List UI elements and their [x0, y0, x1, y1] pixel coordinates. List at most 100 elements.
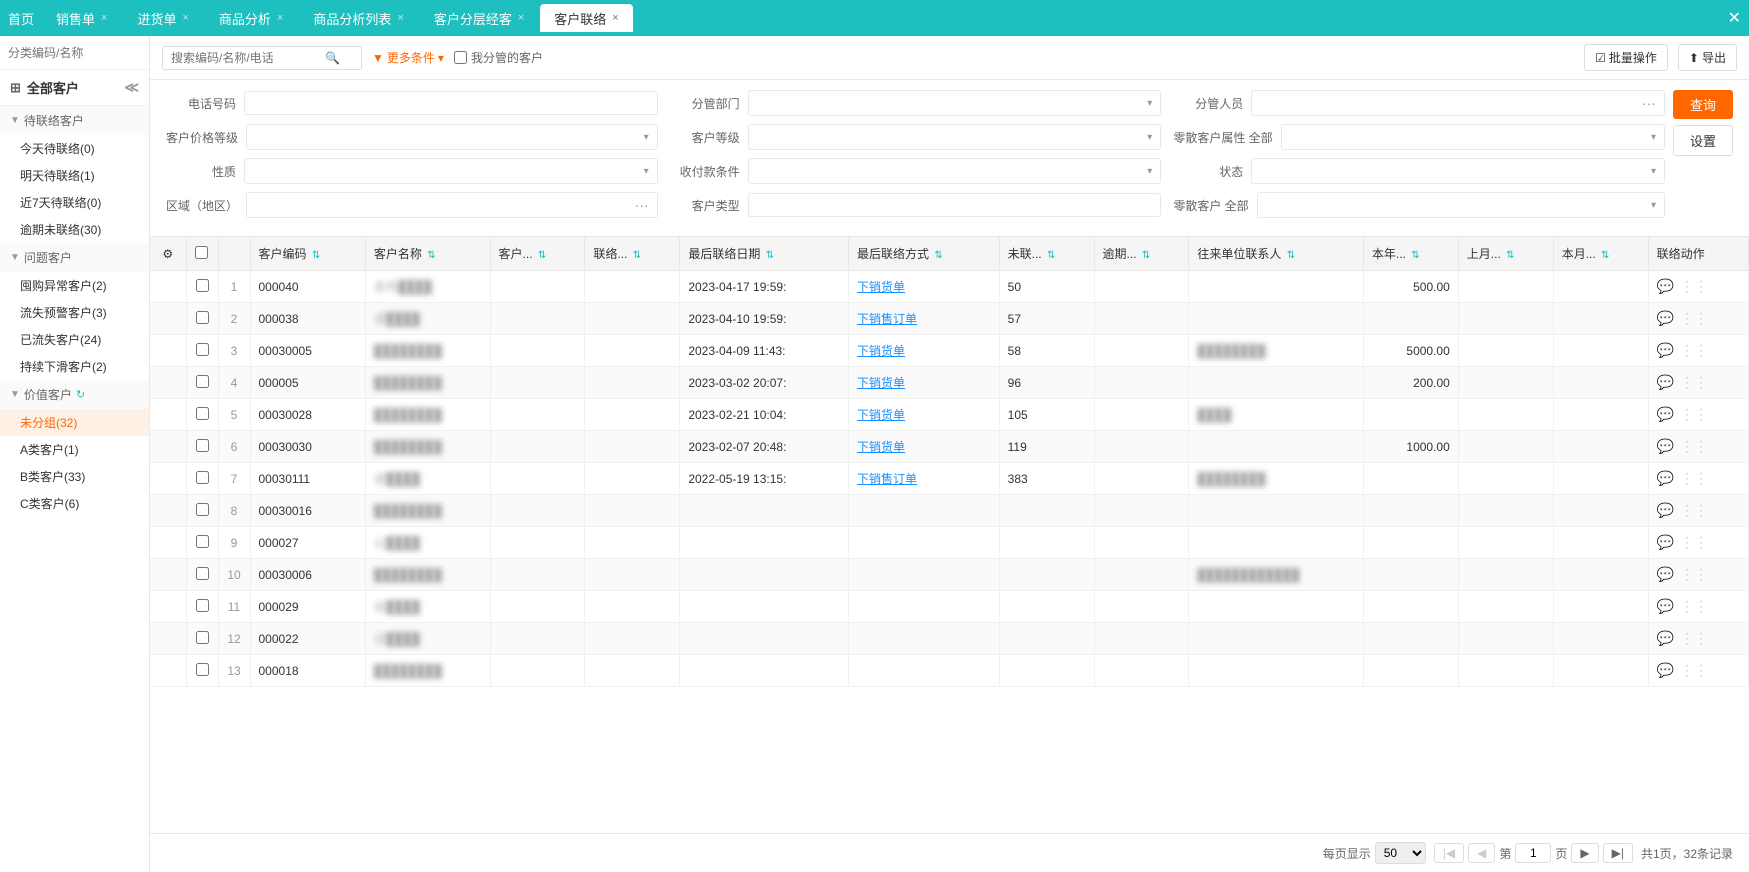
- col-last-date[interactable]: 最后联络日期 ⇅: [680, 237, 849, 271]
- col-last-month[interactable]: 上月... ⇅: [1458, 237, 1553, 271]
- sidebar-item-0-0[interactable]: 今天待联络(0): [0, 135, 149, 162]
- col-name[interactable]: 客户名称 ⇅: [365, 237, 490, 271]
- chat-icon-6[interactable]: 💬: [1657, 470, 1674, 487]
- row-check-7[interactable]: [196, 503, 209, 516]
- row-check-0[interactable]: [196, 279, 209, 292]
- chat-icon-3[interactable]: 💬: [1657, 374, 1674, 391]
- chat-icon-10[interactable]: 💬: [1657, 598, 1674, 615]
- tab-product-analysis-list[interactable]: 商品分析列表×: [299, 4, 417, 32]
- sidebar-group-title-0[interactable]: ▼待联络客户: [0, 106, 149, 135]
- sidebar-item-2-0[interactable]: 未分组(32): [0, 409, 149, 436]
- row-check-5[interactable]: [196, 439, 209, 452]
- sidebar-item-1-1[interactable]: 流失预警客户(3): [0, 299, 149, 326]
- tab-customer-contact[interactable]: 客户联络×: [540, 4, 632, 32]
- menu-icon-7[interactable]: ⋮⋮: [1680, 502, 1708, 519]
- payment-select[interactable]: ▾: [748, 158, 1162, 184]
- col-type[interactable]: 客户... ⇅: [490, 237, 585, 271]
- batch-ops-button[interactable]: ☑ 批量操作: [1584, 44, 1668, 71]
- per-page-select[interactable]: 50 100 200: [1375, 842, 1426, 864]
- sidebar-item-0-3[interactable]: 逾期未联络(30): [0, 216, 149, 243]
- sidebar-all-customers[interactable]: ⊞ 全部客户 ≪: [0, 70, 149, 106]
- refresh-icon-2[interactable]: ↻: [76, 388, 85, 401]
- col-code[interactable]: 客户编码 ⇅: [250, 237, 365, 271]
- filter-search-input[interactable]: [171, 51, 321, 65]
- chat-icon-2[interactable]: 💬: [1657, 342, 1674, 359]
- retail-attr-select[interactable]: ▾: [1281, 124, 1665, 150]
- last-page-button[interactable]: ▶|: [1603, 843, 1633, 863]
- row-last-method-4[interactable]: 下销货单: [849, 399, 1000, 431]
- tab-customer-tier[interactable]: 客户分层经客×: [420, 4, 538, 32]
- region-select[interactable]: ···: [246, 192, 658, 218]
- row-check-11[interactable]: [196, 631, 209, 644]
- col-contact[interactable]: 联络... ⇅: [585, 237, 680, 271]
- status-select[interactable]: ▾: [1251, 158, 1665, 184]
- phone-input[interactable]: [244, 91, 658, 115]
- menu-icon-10[interactable]: ⋮⋮: [1680, 598, 1708, 615]
- filter-my-customers[interactable]: 我分管的客户: [454, 49, 543, 66]
- filter-more-button[interactable]: ▼ 更多条件 ▾: [372, 49, 444, 66]
- sidebar-item-2-3[interactable]: C类客户(6): [0, 490, 149, 517]
- tab-purchase[interactable]: 进货单×: [123, 4, 202, 32]
- col-settings[interactable]: ⚙: [150, 237, 186, 271]
- row-last-method-6[interactable]: 下销售订单: [849, 463, 1000, 495]
- nature-select[interactable]: ▾: [244, 158, 658, 184]
- row-check-9[interactable]: [196, 567, 209, 580]
- tab-home[interactable]: 首页: [8, 9, 34, 28]
- sidebar-item-1-3[interactable]: 持续下滑客户(2): [0, 353, 149, 380]
- filter-search-icon[interactable]: 🔍: [325, 51, 340, 65]
- row-last-method-2[interactable]: 下销货单: [849, 335, 1000, 367]
- row-last-method-1[interactable]: 下销售订单: [849, 303, 1000, 335]
- menu-icon-0[interactable]: ⋮⋮: [1680, 278, 1708, 295]
- menu-icon-2[interactable]: ⋮⋮: [1680, 342, 1708, 359]
- tab-product-analysis[interactable]: 商品分析×: [205, 4, 297, 32]
- tab-close-product-analysis[interactable]: ×: [277, 12, 283, 24]
- my-customers-checkbox[interactable]: [454, 51, 467, 64]
- menu-icon-12[interactable]: ⋮⋮: [1680, 662, 1708, 679]
- row-check-6[interactable]: [196, 471, 209, 484]
- export-button[interactable]: ⬆ 导出: [1678, 44, 1737, 71]
- row-check-10[interactable]: [196, 599, 209, 612]
- sidebar-group-title-2[interactable]: ▼价值客户↻: [0, 380, 149, 409]
- sidebar-item-1-2[interactable]: 已流失客户(24): [0, 326, 149, 353]
- retail-customer-select[interactable]: ▾: [1257, 192, 1665, 218]
- chat-icon-11[interactable]: 💬: [1657, 630, 1674, 647]
- col-this-month[interactable]: 本月... ⇅: [1553, 237, 1648, 271]
- menu-icon-8[interactable]: ⋮⋮: [1680, 534, 1708, 551]
- menu-icon-1[interactable]: ⋮⋮: [1680, 310, 1708, 327]
- next-page-button[interactable]: ▶: [1571, 843, 1598, 863]
- tab-close-product-analysis-list[interactable]: ×: [397, 12, 403, 24]
- page-input[interactable]: [1515, 843, 1551, 863]
- row-check-8[interactable]: [196, 535, 209, 548]
- menu-icon-9[interactable]: ⋮⋮: [1680, 566, 1708, 583]
- customer-tier-select[interactable]: ▾: [748, 124, 1162, 150]
- sidebar-item-1-0[interactable]: 囤购异常客户(2): [0, 272, 149, 299]
- tab-close-purchase[interactable]: ×: [182, 12, 188, 24]
- sidebar-item-0-1[interactable]: 明天待联络(1): [0, 162, 149, 189]
- tab-close-sales[interactable]: ×: [101, 12, 107, 24]
- menu-icon-3[interactable]: ⋮⋮: [1680, 374, 1708, 391]
- reset-button[interactable]: 设置: [1673, 125, 1733, 156]
- chat-icon-12[interactable]: 💬: [1657, 662, 1674, 679]
- sidebar-group-title-1[interactable]: ▼问题客户: [0, 243, 149, 272]
- tab-close-customer-tier[interactable]: ×: [518, 12, 524, 24]
- prev-page-button[interactable]: ◀: [1468, 843, 1495, 863]
- menu-icon-11[interactable]: ⋮⋮: [1680, 630, 1708, 647]
- col-company-contact[interactable]: 往来单位联系人 ⇅: [1189, 237, 1363, 271]
- col-last-method[interactable]: 最后联络方式 ⇅: [849, 237, 1000, 271]
- col-not-contacted[interactable]: 未联... ⇅: [999, 237, 1094, 271]
- sidebar-item-0-2[interactable]: 近7天待联络(0): [0, 189, 149, 216]
- chat-icon-1[interactable]: 💬: [1657, 310, 1674, 327]
- chat-icon-5[interactable]: 💬: [1657, 438, 1674, 455]
- chat-icon-9[interactable]: 💬: [1657, 566, 1674, 583]
- sidebar-collapse-icon[interactable]: ≪: [124, 79, 139, 96]
- price-tier-select[interactable]: ▾: [246, 124, 658, 150]
- chat-icon-7[interactable]: 💬: [1657, 502, 1674, 519]
- row-check-4[interactable]: [196, 407, 209, 420]
- chat-icon-0[interactable]: 💬: [1657, 278, 1674, 295]
- row-last-method-3[interactable]: 下销货单: [849, 367, 1000, 399]
- row-last-method-5[interactable]: 下销货单: [849, 431, 1000, 463]
- person-select[interactable]: ···: [1251, 90, 1665, 116]
- sidebar-search-input[interactable]: [8, 46, 150, 60]
- dept-select[interactable]: ▾: [748, 90, 1162, 116]
- menu-icon-5[interactable]: ⋮⋮: [1680, 438, 1708, 455]
